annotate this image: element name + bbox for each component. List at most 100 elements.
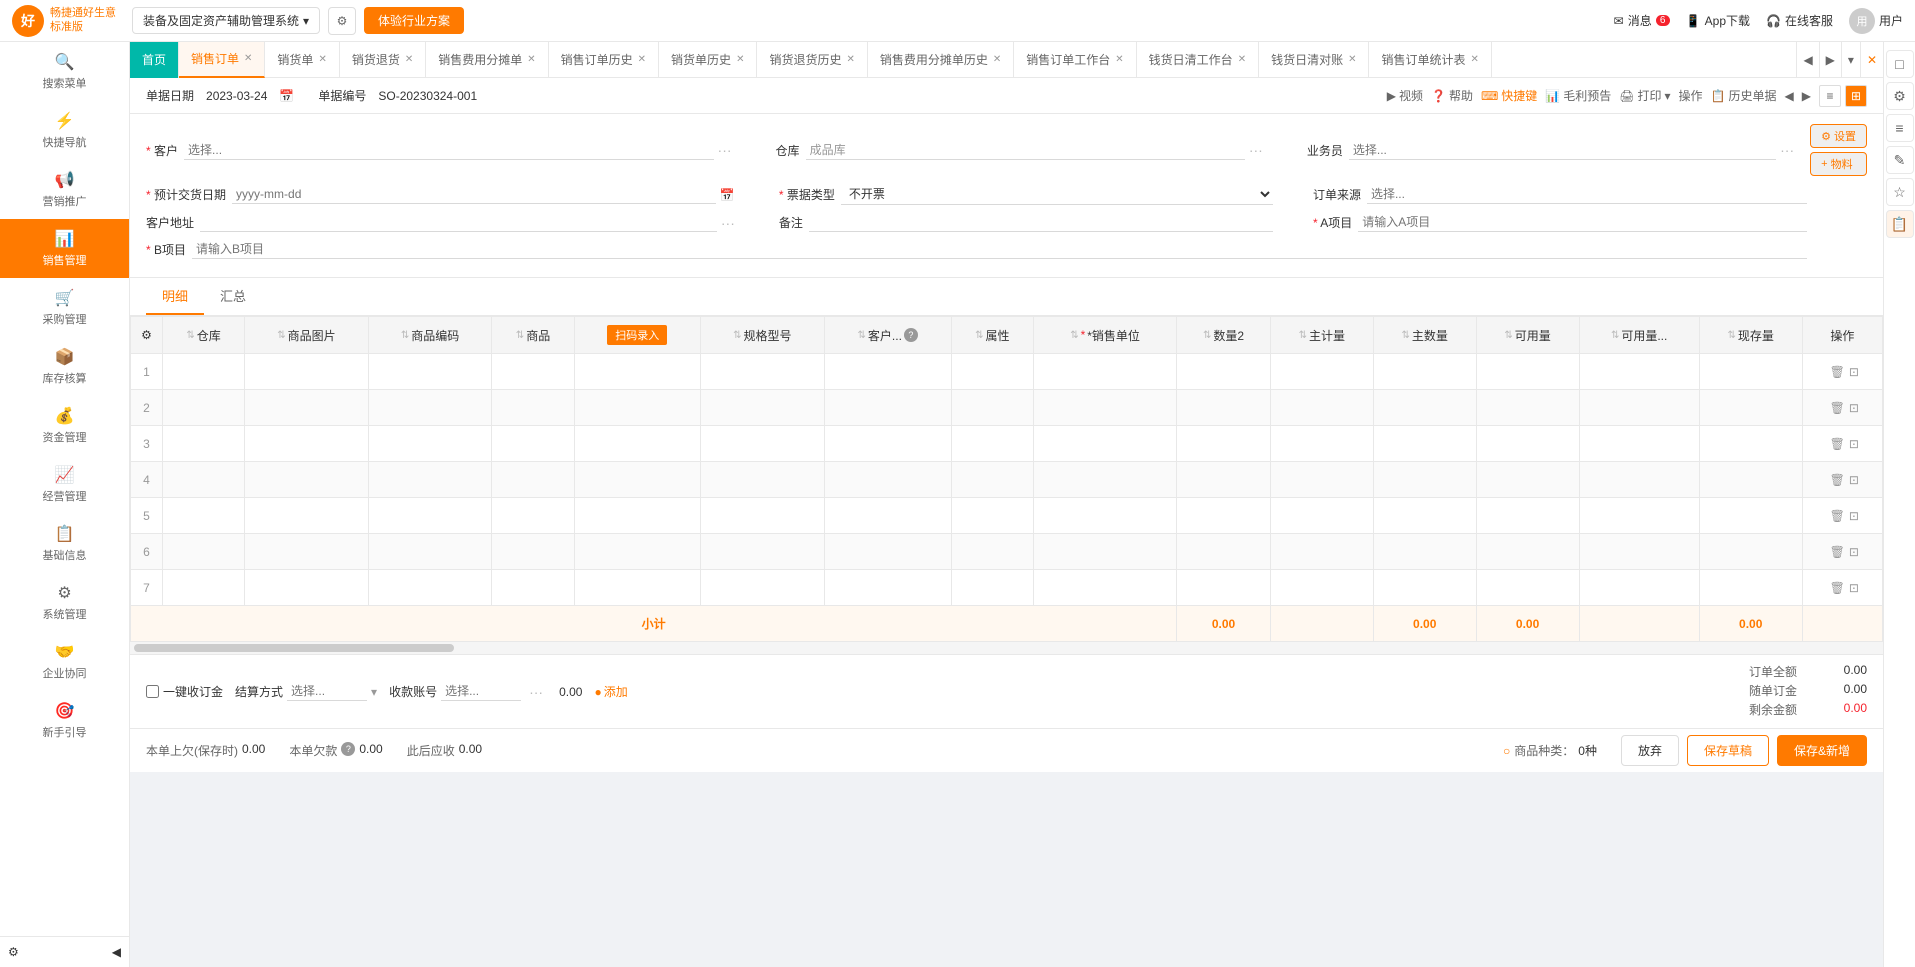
table-cell[interactable]	[1699, 354, 1802, 390]
table-cell[interactable]	[1033, 354, 1176, 390]
table-cell[interactable]	[1579, 534, 1699, 570]
tab-sale-return[interactable]: 销货退货 ✕	[340, 42, 426, 78]
table-cell[interactable]	[492, 354, 574, 390]
tab-home[interactable]: 首页	[130, 42, 179, 78]
table-cell[interactable]	[951, 426, 1033, 462]
table-cell[interactable]	[701, 534, 825, 570]
sidebar-item-basic[interactable]: 📋 基础信息	[0, 514, 129, 573]
add-material-button[interactable]: + 物料	[1810, 152, 1867, 176]
col-attr[interactable]: ⇅属性	[951, 317, 1033, 354]
table-cell[interactable]	[1476, 426, 1579, 462]
table-cell[interactable]	[1699, 390, 1802, 426]
table-cell[interactable]	[492, 570, 574, 606]
table-cell[interactable]	[1579, 498, 1699, 534]
sidebar-item-finance[interactable]: 💰 资金管理	[0, 396, 129, 455]
col-scan[interactable]: 扫码录入	[574, 317, 700, 354]
table-cell[interactable]	[1270, 462, 1373, 498]
table-cell[interactable]	[245, 354, 369, 390]
tab-sale[interactable]: 销货单 ✕	[265, 42, 339, 78]
row-delete-icon[interactable]: 🗑	[1830, 401, 1845, 415]
table-cell[interactable]	[1270, 390, 1373, 426]
col-main-unit[interactable]: ⇅主计量	[1270, 317, 1373, 354]
table-cell[interactable]	[1033, 426, 1176, 462]
one-click-checkbox[interactable]	[146, 685, 159, 698]
tab-close-icon[interactable]: ✕	[736, 54, 744, 65]
warehouse-input[interactable]	[806, 141, 1245, 160]
table-cell[interactable]	[1373, 354, 1476, 390]
customer-dots-icon[interactable]: ···	[714, 142, 736, 158]
table-cell[interactable]	[1699, 426, 1802, 462]
tab-close-icon[interactable]: ✕	[1348, 54, 1356, 65]
table-cell[interactable]	[1373, 390, 1476, 426]
status-info-icon[interactable]: ?	[341, 742, 355, 756]
table-cell[interactable]	[951, 390, 1033, 426]
sidebar-item-collab[interactable]: 🤝 企业协同	[0, 632, 129, 691]
calendar-delivery-icon[interactable]: 📅	[716, 188, 739, 202]
profit-btn[interactable]: 📊 毛利预告	[1545, 87, 1611, 104]
col-code[interactable]: ⇅商品编码	[368, 317, 492, 354]
table-cell[interactable]	[1579, 354, 1699, 390]
table-cell[interactable]	[163, 354, 245, 390]
tab-close-icon[interactable]: ✕	[1238, 54, 1246, 65]
table-cell[interactable]	[1699, 498, 1802, 534]
sidebar-item-inventory[interactable]: 📦 库存核算	[0, 337, 129, 396]
tab-close-icon[interactable]: ✕	[244, 53, 252, 64]
table-cell[interactable]	[701, 426, 825, 462]
table-cell[interactable]	[574, 390, 700, 426]
table-cell[interactable]	[1270, 426, 1373, 462]
settings-button[interactable]: ⚙ 设置	[1810, 124, 1867, 148]
tab-detail[interactable]: 明细	[146, 278, 204, 315]
view-btn[interactable]: ▶ 视频	[1387, 87, 1423, 104]
table-cell[interactable]	[245, 498, 369, 534]
tab-close-icon[interactable]: ✕	[993, 54, 1001, 65]
table-cell[interactable]	[1476, 570, 1579, 606]
table-cell[interactable]	[368, 426, 492, 462]
table-cell[interactable]	[245, 390, 369, 426]
settings-icon[interactable]: ⚙	[328, 7, 356, 35]
table-cell[interactable]	[492, 534, 574, 570]
salesperson-input[interactable]	[1349, 141, 1776, 160]
col-available2[interactable]: ⇅可用量...	[1579, 317, 1699, 354]
add-button[interactable]: ● 添加	[594, 683, 627, 700]
tab-sales-order[interactable]: 销售订单 ✕	[179, 42, 265, 78]
tab-sale-history[interactable]: 销货单历史 ✕	[659, 42, 757, 78]
table-cell[interactable]	[701, 462, 825, 498]
table-cell[interactable]	[1373, 462, 1476, 498]
table-cell[interactable]	[368, 570, 492, 606]
table-cell[interactable]	[245, 426, 369, 462]
scan-button[interactable]: 扫码录入	[607, 325, 667, 345]
a-project-input[interactable]	[1358, 213, 1807, 232]
prev-page-icon[interactable]: ◀	[1785, 89, 1794, 103]
table-cell[interactable]	[368, 390, 492, 426]
sidebar-item-sales[interactable]: 📊 销售管理	[0, 219, 129, 278]
table-cell[interactable]	[1579, 390, 1699, 426]
table-cell[interactable]	[163, 498, 245, 534]
table-cell[interactable]	[1177, 354, 1271, 390]
order-source-input[interactable]	[1367, 185, 1807, 204]
table-cell[interactable]	[574, 570, 700, 606]
delivery-input[interactable]	[232, 185, 716, 204]
table-cell[interactable]	[163, 534, 245, 570]
tab-close-icon[interactable]: ✕	[1115, 54, 1123, 65]
tab-close-icon[interactable]: ✕	[846, 54, 854, 65]
help-btn[interactable]: ❓ 帮助	[1431, 87, 1473, 104]
table-cell[interactable]	[1270, 570, 1373, 606]
table-cell[interactable]	[1033, 498, 1176, 534]
tab-menu-button[interactable]: ▾	[1841, 42, 1860, 78]
row-copy-icon[interactable]: ⊡	[1849, 401, 1859, 415]
table-cell[interactable]	[701, 570, 825, 606]
payment-input[interactable]	[287, 682, 367, 701]
payment-chevron-icon[interactable]: ▾	[371, 685, 377, 699]
col-image[interactable]: ⇅商品图片	[245, 317, 369, 354]
table-cell[interactable]	[1476, 462, 1579, 498]
col-settings[interactable]: ⚙	[131, 317, 163, 354]
print-btn[interactable]: 🖨 打印 ▾	[1619, 87, 1670, 104]
col-spec[interactable]: ⇅规格型号	[701, 317, 825, 354]
table-cell[interactable]	[824, 534, 951, 570]
rp-icon-6[interactable]: 📋	[1886, 210, 1914, 238]
table-cell[interactable]	[1177, 570, 1271, 606]
address-dots-icon[interactable]: ···	[717, 215, 739, 231]
sidebar-settings-icon[interactable]: ⚙	[8, 945, 19, 959]
row-copy-icon[interactable]: ⊡	[1849, 437, 1859, 451]
table-cell[interactable]	[1270, 354, 1373, 390]
